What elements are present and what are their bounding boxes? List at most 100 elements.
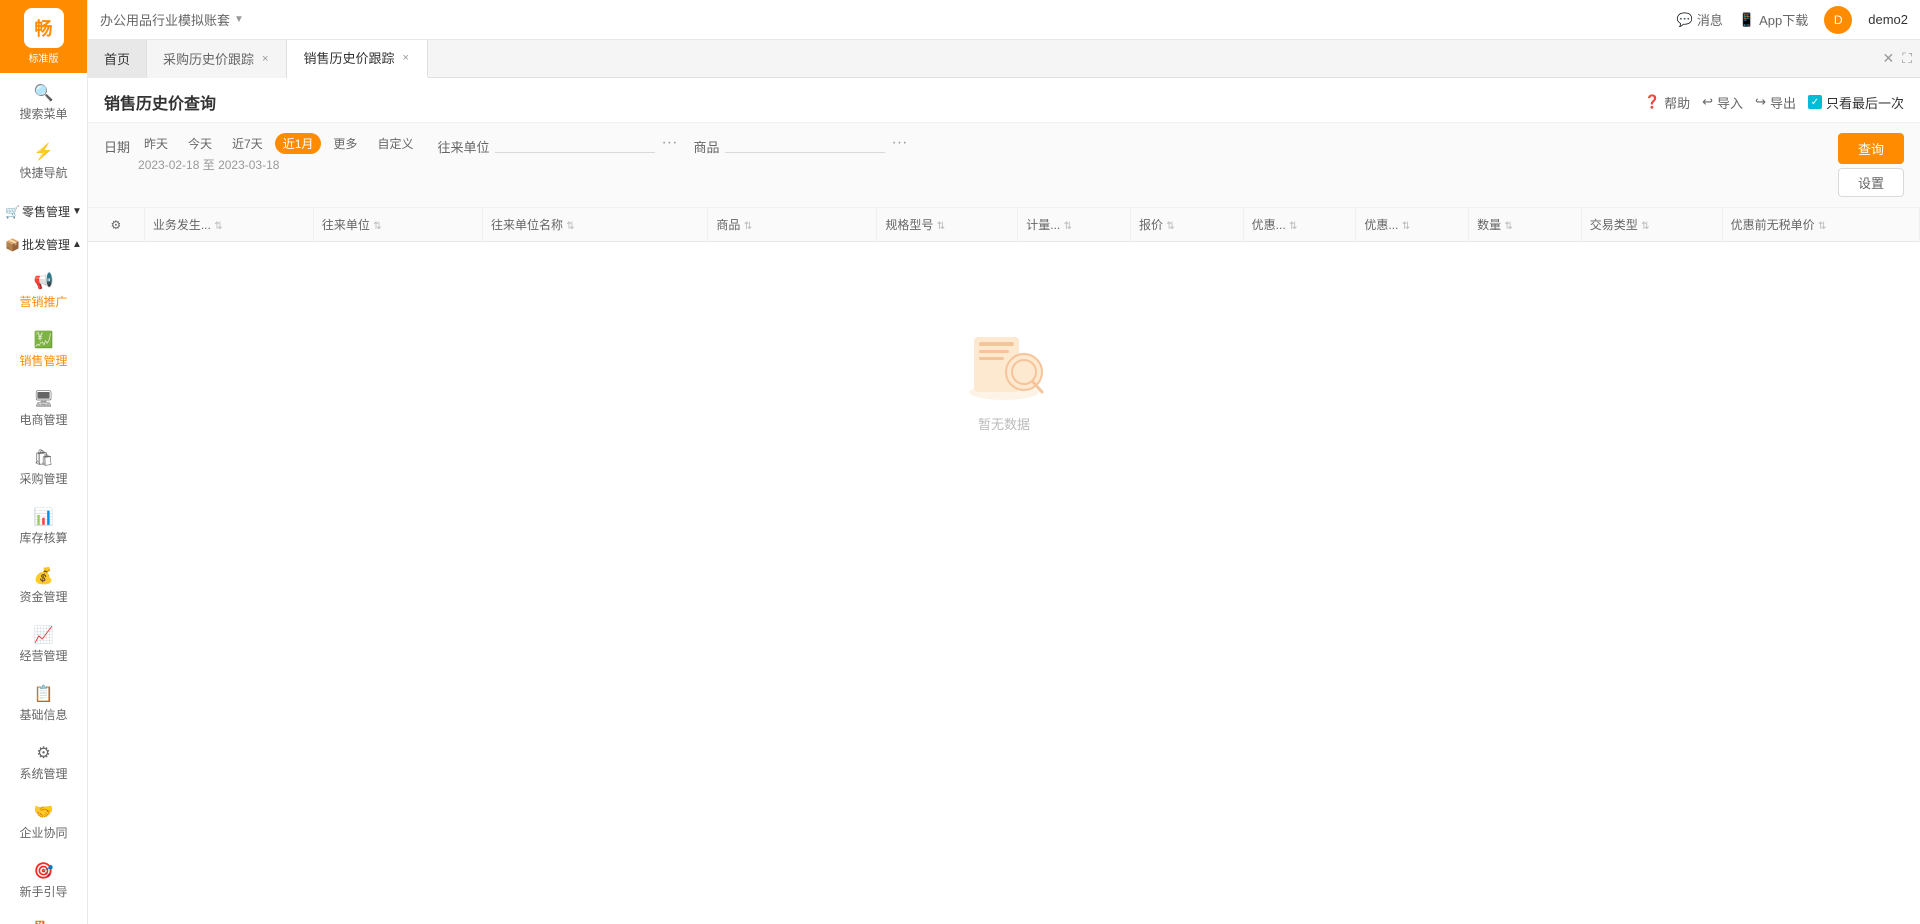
only-last-checkbox[interactable]: ✓: [1808, 95, 1822, 109]
col-trade-type[interactable]: 交易类型 ⇅: [1581, 208, 1722, 242]
col-unit[interactable]: 计量... ⇅: [1018, 208, 1131, 242]
sort-icon: ⇅: [1166, 221, 1174, 232]
date-option-yesterday[interactable]: 昨天: [136, 133, 176, 154]
app-download-btn[interactable]: 📱 App下载: [1739, 10, 1808, 29]
partner-input[interactable]: [495, 133, 655, 153]
date-option-custom[interactable]: 自定义: [369, 133, 421, 154]
col-partner-code[interactable]: 往来单位 ⇅: [313, 208, 482, 242]
tab-label: 销售历史价跟踪: [303, 48, 394, 67]
main-area: 办公用品行业模拟账套 ▼ 💬 消息 📱 App下载 D demo2 首页 采购历…: [88, 0, 1920, 924]
col-partner-name[interactable]: 往来单位名称 ⇅: [482, 208, 707, 242]
sidebar-item-label: 采购管理: [19, 470, 67, 487]
import-btn[interactable]: ↩ 导入: [1702, 93, 1743, 112]
sort-icon: ⇅: [937, 221, 945, 232]
sidebar-item-appstore[interactable]: 🏪 应用中心: [0, 910, 87, 924]
sidebar-item-label: 营销推广: [19, 293, 67, 310]
help-icon: ❓: [1644, 94, 1660, 110]
sidebar-item-marketing[interactable]: 📢 营销推广: [0, 261, 87, 320]
sort-icon: ⇅: [1064, 221, 1072, 232]
col-spec[interactable]: 规格型号 ⇅: [877, 208, 1018, 242]
date-range-text: 2023-02-18 至 2023-03-18: [136, 156, 421, 173]
sidebar-item-search[interactable]: 🔍 搜索菜单: [0, 73, 87, 132]
tab-close-purchase[interactable]: ×: [260, 52, 270, 66]
user-name[interactable]: demo2: [1868, 12, 1908, 27]
sidebar-item-basic[interactable]: 📋 基础信息: [0, 674, 87, 733]
sidebar-item-retail[interactable]: 🛒 零售管理 ▼: [0, 195, 87, 228]
sort-icon: ⇅: [373, 221, 381, 232]
tab-purchase-history[interactable]: 采购历史价跟踪 ×: [147, 40, 287, 78]
date-option-today[interactable]: 今天: [180, 133, 220, 154]
message-btn[interactable]: 💬 消息: [1677, 10, 1723, 29]
sidebar-item-corp[interactable]: 🤝 企业协同: [0, 792, 87, 851]
only-last-checkbox-label[interactable]: ✓ 只看最后一次: [1808, 93, 1904, 112]
tab-close-sales[interactable]: ×: [400, 51, 410, 65]
retail-icon: 🛒: [5, 205, 20, 219]
query-button[interactable]: 查询: [1838, 133, 1904, 164]
sidebar-item-wholesale[interactable]: 📦 批发管理 ▲: [0, 228, 87, 261]
sidebar-item-label: 批发管理: [22, 236, 70, 253]
col-settings[interactable]: ⚙: [88, 208, 144, 242]
logo-text: 标准版: [29, 50, 59, 65]
header-right: 💬 消息 📱 App下载 D demo2: [1677, 6, 1908, 34]
filter-bar: 日期 昨天 今天 近7天 近1月 更多 自定义 2023-02-18 至 202…: [88, 123, 1920, 208]
avatar: D: [1824, 6, 1852, 34]
sidebar-item-label: 新手引导: [19, 883, 67, 900]
download-icon: 📱: [1739, 12, 1755, 28]
col-discount1[interactable]: 优惠... ⇅: [1243, 208, 1356, 242]
tab-home[interactable]: 首页: [88, 40, 147, 78]
date-option-7days[interactable]: 近7天: [224, 133, 271, 154]
inventory-icon: 📊: [34, 507, 54, 527]
sidebar-item-finance[interactable]: 💰 资金管理: [0, 556, 87, 615]
partner-picker-btn[interactable]: ···: [661, 134, 677, 152]
close-all-icon[interactable]: ✕: [1882, 50, 1894, 67]
quicknav-icon: ⚡: [34, 142, 54, 162]
ops-icon: 📈: [34, 625, 54, 645]
col-biz-date[interactable]: 业务发生... ⇅: [144, 208, 313, 242]
sort-icon: ⇅: [1504, 221, 1512, 232]
col-discount2[interactable]: 优惠... ⇅: [1356, 208, 1469, 242]
sidebar-item-inventory[interactable]: 📊 库存核算: [0, 497, 87, 556]
sidebar-logo[interactable]: 畅 标准版: [0, 0, 87, 73]
date-options: 昨天 今天 近7天 近1月 更多 自定义: [136, 133, 421, 154]
sidebar-item-ops[interactable]: 📈 经营管理: [0, 615, 87, 674]
chevron-up-icon: ▲: [72, 239, 82, 250]
corp-icon: 🤝: [34, 802, 54, 822]
finance-icon: 💰: [34, 566, 54, 586]
col-qty[interactable]: 数量 ⇅: [1469, 208, 1582, 242]
empty-text: 暂无数据: [978, 414, 1030, 433]
col-product[interactable]: 商品 ⇅: [708, 208, 877, 242]
export-btn[interactable]: ↪ 导出: [1755, 93, 1796, 112]
sort-icon: ⇅: [744, 221, 752, 232]
tab-label: 采购历史价跟踪: [163, 49, 254, 68]
account-dropdown[interactable]: 办公用品行业模拟账套 ▼: [100, 10, 244, 29]
product-picker-btn[interactable]: ···: [891, 134, 907, 152]
tab-sales-history[interactable]: 销售历史价跟踪 ×: [287, 40, 427, 78]
sidebar-item-newbie[interactable]: 🎯 新手引导: [0, 851, 87, 910]
col-pretax-price[interactable]: 优惠前无税单价 ⇅: [1722, 208, 1919, 242]
help-btn[interactable]: ❓ 帮助: [1644, 93, 1690, 112]
sidebar-item-label: 经营管理: [19, 647, 67, 664]
settings-button[interactable]: 设置: [1838, 168, 1904, 197]
sort-icon: ⇅: [1402, 221, 1410, 232]
import-icon: ↩: [1702, 94, 1713, 110]
sort-icon: ⇅: [214, 221, 222, 232]
sidebar-item-label: 资金管理: [19, 588, 67, 605]
sidebar-item-quicknav[interactable]: ⚡ 快捷导航: [0, 132, 87, 191]
sidebar-item-purchase[interactable]: 🛍 采购管理: [0, 438, 87, 497]
sidebar-item-system[interactable]: ⚙ 系统管理: [0, 733, 87, 792]
date-option-1month[interactable]: 近1月: [275, 133, 322, 154]
product-input[interactable]: [725, 133, 885, 153]
sidebar-item-sales-mgmt[interactable]: 💹 销售管理: [0, 320, 87, 379]
date-option-more[interactable]: 更多: [325, 133, 365, 154]
search-icon: 🔍: [34, 83, 54, 103]
product-filter-group: 商品 ···: [693, 133, 907, 156]
sidebar-item-ecommerce[interactable]: 🖥 电商管理: [0, 379, 87, 438]
page-header: 销售历史价查询 ❓ 帮助 ↩ 导入 ↪ 导出 ✓ 只看最后一次: [88, 78, 1920, 123]
sort-icon: ⇅: [1641, 221, 1649, 232]
empty-icon: [954, 322, 1054, 402]
table-header: ⚙ 业务发生... ⇅ 往来单位 ⇅ 往来单位名称 ⇅ 商品 ⇅: [88, 208, 1920, 242]
page-header-actions: ❓ 帮助 ↩ 导入 ↪ 导出 ✓ 只看最后一次: [1644, 93, 1904, 112]
expand-icon[interactable]: ⛶: [1902, 50, 1912, 67]
wholesale-icon: 📦: [5, 238, 20, 252]
col-price[interactable]: 报价 ⇅: [1130, 208, 1243, 242]
